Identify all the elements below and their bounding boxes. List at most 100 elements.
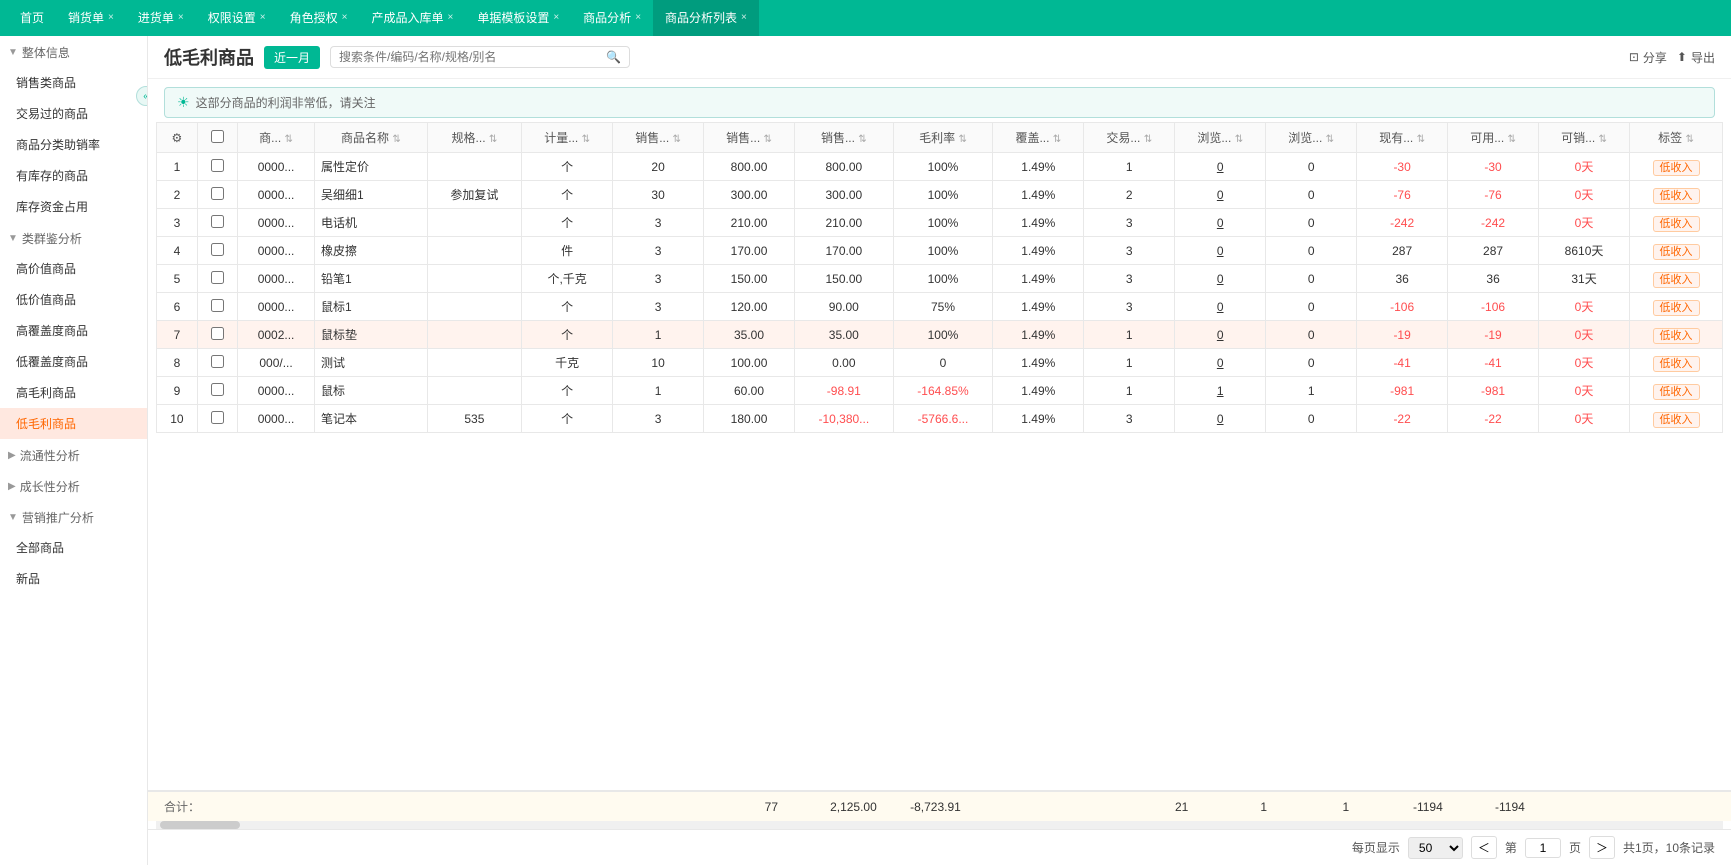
row-browse1[interactable]: 0 bbox=[1175, 265, 1266, 293]
sidebar-group-growth[interactable]: ▶ 成长性分析 bbox=[0, 470, 147, 501]
export-button[interactable]: ⬆ 导出 bbox=[1677, 49, 1715, 66]
row-sales-amount: 170.00 bbox=[795, 237, 894, 265]
row-checkbox[interactable] bbox=[197, 209, 237, 237]
col-current[interactable]: 现有... ⇅ bbox=[1357, 123, 1448, 153]
sidebar-group-overall-info[interactable]: ▼ 整体信息 bbox=[0, 36, 147, 67]
row-browse1[interactable]: 0 bbox=[1175, 321, 1266, 349]
row-checkbox[interactable] bbox=[197, 237, 237, 265]
row-sales-price: 150.00 bbox=[704, 265, 795, 293]
row-browse1[interactable]: 0 bbox=[1175, 293, 1266, 321]
table-container[interactable]: ⚙ 商... ⇅ 商品名称 ⇅ 规格... ⇅ 计量... ⇅ 销售... ⇅ … bbox=[156, 122, 1723, 790]
row-code: 0000... bbox=[238, 153, 315, 181]
col-sales-qty[interactable]: 销售... ⇅ bbox=[613, 123, 704, 153]
close-icon[interactable]: × bbox=[178, 0, 184, 36]
filter-recent-month-button[interactable]: 近一月 bbox=[264, 46, 320, 69]
search-icon[interactable]: 🔍 bbox=[606, 50, 621, 64]
row-spec bbox=[427, 321, 521, 349]
sidebar-item-inventory-products[interactable]: 有库存的商品 bbox=[0, 160, 147, 191]
row-checkbox[interactable] bbox=[197, 377, 237, 405]
nav-home[interactable]: 首页 bbox=[8, 0, 56, 36]
nav-role-auth[interactable]: 角色授权 × bbox=[278, 0, 360, 36]
row-browse1[interactable]: 0 bbox=[1175, 181, 1266, 209]
row-gross-rate: 100% bbox=[893, 321, 993, 349]
search-box[interactable]: 🔍 bbox=[330, 46, 630, 68]
close-icon[interactable]: × bbox=[553, 0, 559, 36]
row-checkbox[interactable] bbox=[197, 349, 237, 377]
row-checkbox[interactable] bbox=[197, 293, 237, 321]
row-sales-amount: 800.00 bbox=[795, 153, 894, 181]
row-available: -106 bbox=[1448, 293, 1539, 321]
nav-product-analysis[interactable]: 商品分析 × bbox=[571, 0, 653, 36]
close-icon[interactable]: × bbox=[260, 0, 266, 36]
row-browse1[interactable]: 0 bbox=[1175, 237, 1266, 265]
col-browse2[interactable]: 浏览... ⇅ bbox=[1266, 123, 1357, 153]
sidebar-group-cluster-analysis[interactable]: ▼ 类群鉴分析 bbox=[0, 222, 147, 253]
sidebar-item-inventory-capital[interactable]: 库存资金占用 bbox=[0, 191, 147, 222]
total-records-label: 共1页，10条记录 bbox=[1623, 839, 1715, 856]
col-available[interactable]: 可用... ⇅ bbox=[1448, 123, 1539, 153]
row-current: -76 bbox=[1357, 181, 1448, 209]
col-checkbox[interactable] bbox=[197, 123, 237, 153]
row-browse1[interactable]: 0 bbox=[1175, 209, 1266, 237]
sidebar-item-new-products[interactable]: 新品 bbox=[0, 563, 147, 594]
sidebar-item-high-coverage[interactable]: 高覆盖度商品 bbox=[0, 315, 147, 346]
sidebar-item-traded-products[interactable]: 交易过的商品 bbox=[0, 98, 147, 129]
select-all-checkbox[interactable] bbox=[211, 130, 224, 143]
nav-product-analysis-list[interactable]: 商品分析列表 × bbox=[653, 0, 759, 36]
sidebar-item-high-margin[interactable]: 高毛利商品 bbox=[0, 377, 147, 408]
row-browse1[interactable]: 1 bbox=[1175, 377, 1266, 405]
col-sales-amount[interactable]: 销售... ⇅ bbox=[795, 123, 894, 153]
col-cover-rate[interactable]: 覆盖... ⇅ bbox=[993, 123, 1084, 153]
row-browse1[interactable]: 0 bbox=[1175, 153, 1266, 181]
close-icon[interactable]: × bbox=[342, 0, 348, 36]
row-browse1[interactable]: 0 bbox=[1175, 349, 1266, 377]
row-checkbox[interactable] bbox=[197, 265, 237, 293]
close-icon[interactable]: × bbox=[447, 0, 453, 36]
col-settings[interactable]: ⚙ bbox=[157, 123, 198, 153]
nav-template-settings[interactable]: 单据模板设置 × bbox=[465, 0, 571, 36]
row-sales-amount: -10,380... bbox=[795, 405, 894, 433]
row-checkbox[interactable] bbox=[197, 321, 237, 349]
nav-product-inbound[interactable]: 产成品入库单 × bbox=[359, 0, 465, 36]
sidebar-item-all-products[interactable]: 全部商品 bbox=[0, 532, 147, 563]
col-gross-rate[interactable]: 毛利率 ⇅ bbox=[893, 123, 993, 153]
nav-purchase-order[interactable]: 进货单 × bbox=[126, 0, 196, 36]
next-page-button[interactable]: ＞ bbox=[1589, 836, 1615, 859]
close-icon[interactable]: × bbox=[108, 0, 114, 36]
close-icon[interactable]: × bbox=[741, 0, 747, 36]
sidebar-item-low-margin[interactable]: 低毛利商品 bbox=[0, 408, 147, 439]
sidebar-group-circulation[interactable]: ▶ 流通性分析 bbox=[0, 439, 147, 470]
col-spec[interactable]: 规格... ⇅ bbox=[427, 123, 521, 153]
sidebar-item-low-value[interactable]: 低价值商品 bbox=[0, 284, 147, 315]
per-page-select[interactable]: 50 20 100 bbox=[1408, 837, 1463, 859]
search-input[interactable] bbox=[339, 50, 602, 64]
col-name[interactable]: 商品名称 ⇅ bbox=[315, 123, 428, 153]
sidebar-item-sales-products[interactable]: 销售类商品 bbox=[0, 67, 147, 98]
sidebar-item-category-sales-rate[interactable]: 商品分类助销率 bbox=[0, 129, 147, 160]
col-saleable[interactable]: 可销... ⇅ bbox=[1539, 123, 1630, 153]
nav-permission-settings[interactable]: 权限设置 × bbox=[196, 0, 278, 36]
row-checkbox[interactable] bbox=[197, 405, 237, 433]
close-icon[interactable]: × bbox=[635, 0, 641, 36]
sidebar-group-marketing[interactable]: ▼ 营销推广分析 bbox=[0, 501, 147, 532]
col-code[interactable]: 商... ⇅ bbox=[238, 123, 315, 153]
share-button[interactable]: ⊡ 分享 bbox=[1629, 49, 1667, 66]
col-tag[interactable]: 标签 ⇅ bbox=[1630, 123, 1723, 153]
col-transaction[interactable]: 交易... ⇅ bbox=[1084, 123, 1175, 153]
row-sales-amount: -98.91 bbox=[795, 377, 894, 405]
col-unit[interactable]: 计量... ⇅ bbox=[522, 123, 613, 153]
horizontal-scrollbar[interactable] bbox=[156, 821, 1723, 829]
prev-page-button[interactable]: ＜ bbox=[1471, 836, 1497, 859]
row-checkbox[interactable] bbox=[197, 181, 237, 209]
row-browse1[interactable]: 0 bbox=[1175, 405, 1266, 433]
page-number-input[interactable] bbox=[1525, 838, 1561, 858]
page-header: 低毛利商品 近一月 🔍 ⊡ 分享 ⬆ 导出 bbox=[148, 36, 1731, 79]
nav-sales-order[interactable]: 销货单 × bbox=[56, 0, 126, 36]
scrollbar-thumb[interactable] bbox=[160, 821, 240, 829]
sidebar-item-high-value[interactable]: 高价值商品 bbox=[0, 253, 147, 284]
col-sales-price[interactable]: 销售... ⇅ bbox=[704, 123, 795, 153]
row-sales-price: 60.00 bbox=[704, 377, 795, 405]
sidebar-item-low-coverage[interactable]: 低覆盖度商品 bbox=[0, 346, 147, 377]
col-browse1[interactable]: 浏览... ⇅ bbox=[1175, 123, 1266, 153]
row-checkbox[interactable] bbox=[197, 153, 237, 181]
